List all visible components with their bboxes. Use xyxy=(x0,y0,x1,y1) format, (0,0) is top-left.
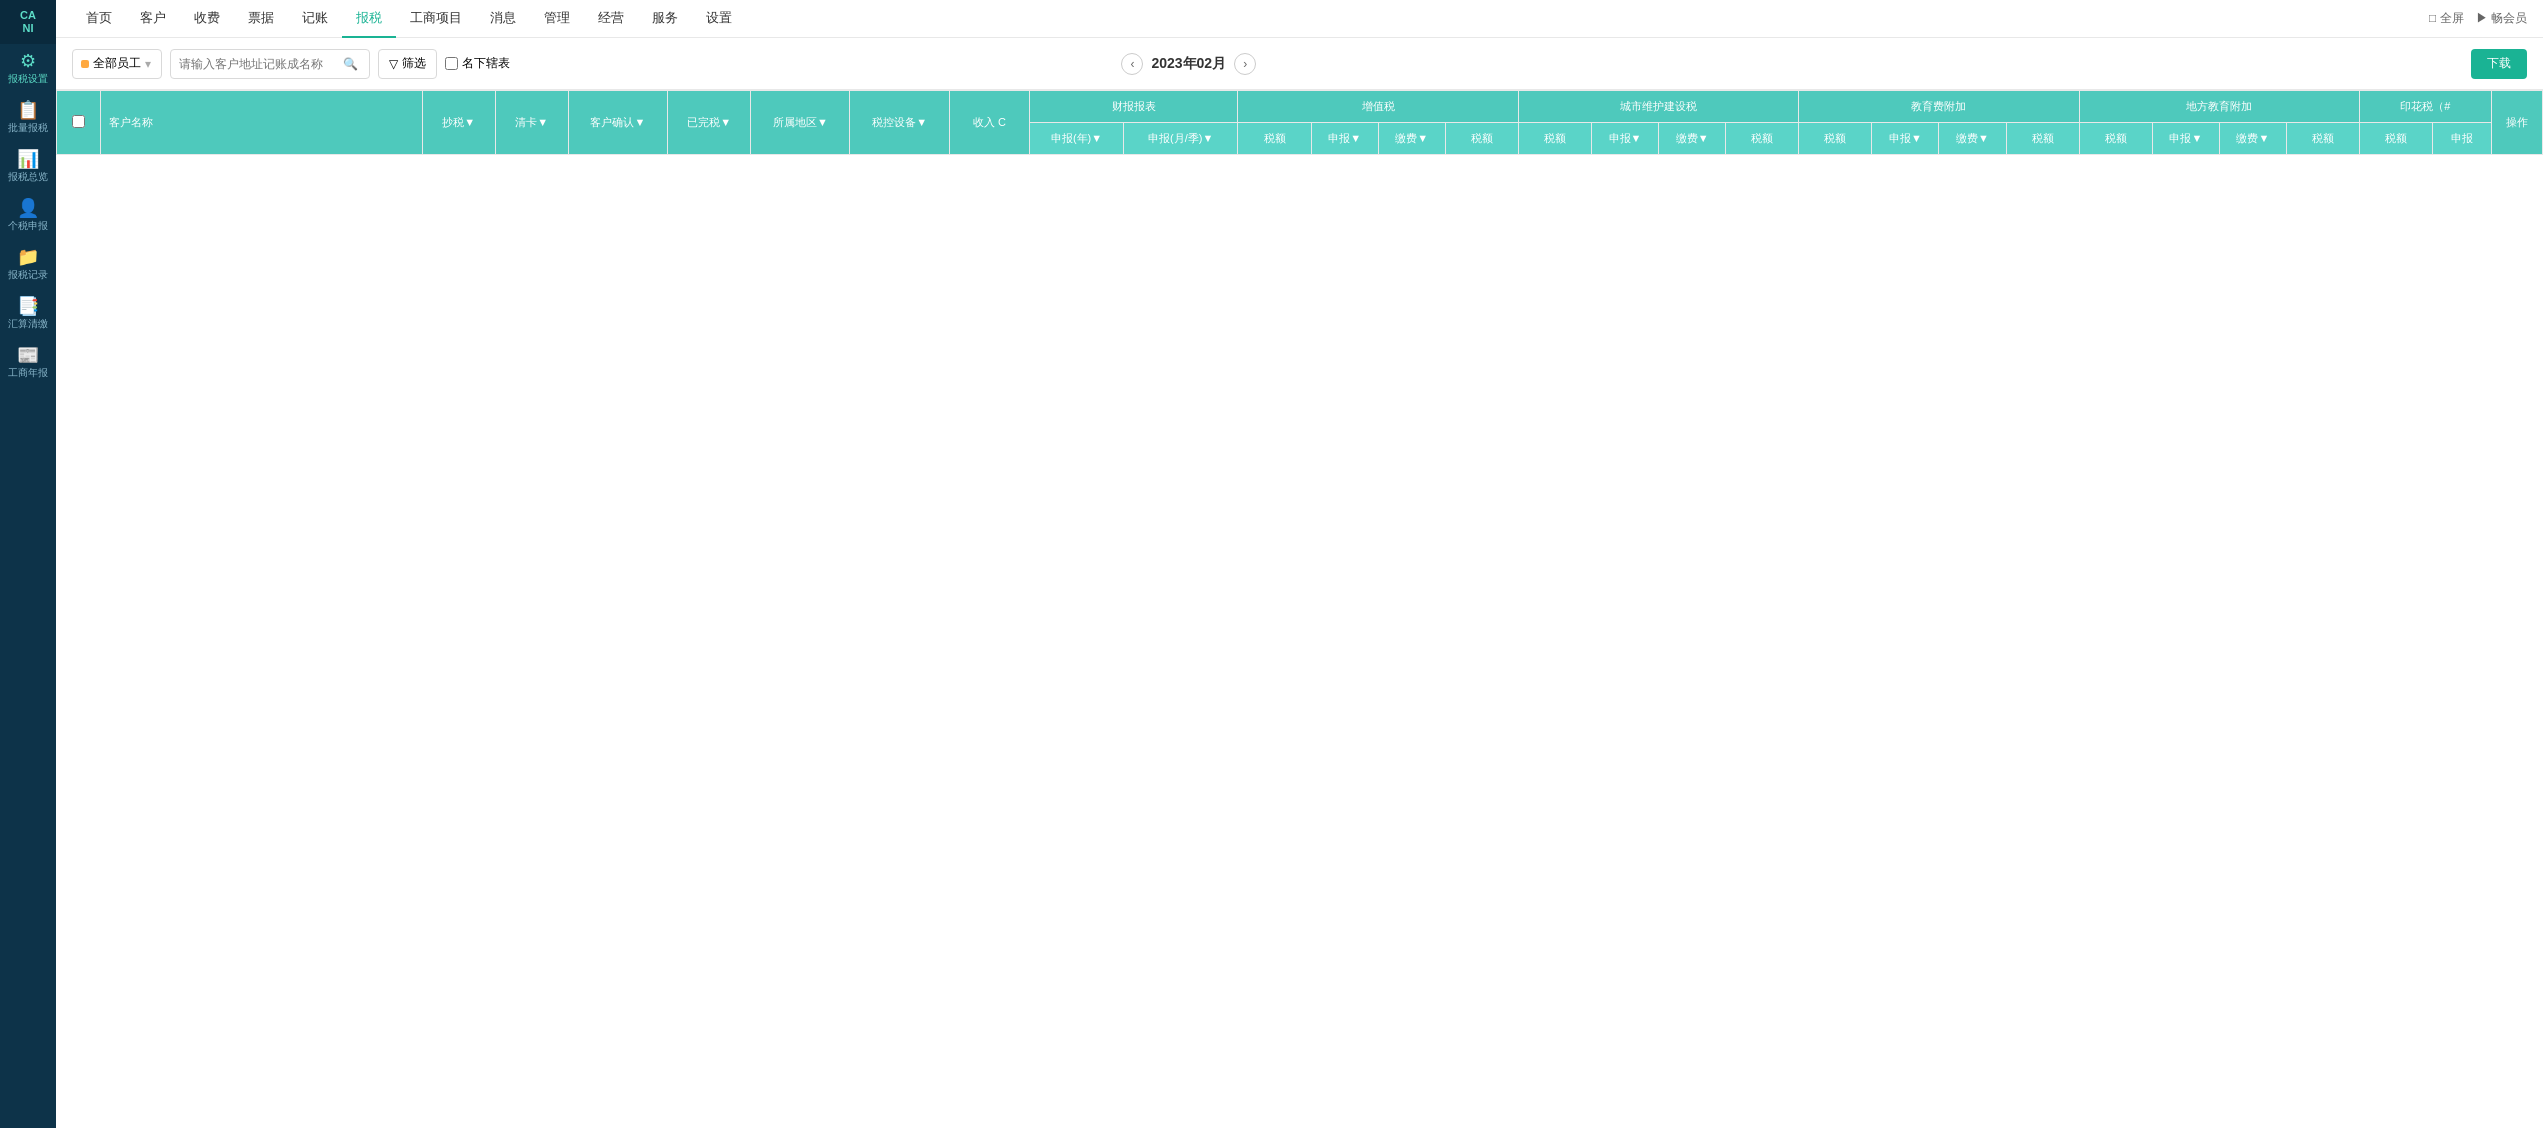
sidebar-label-tax-settings: 报税设置 xyxy=(8,73,48,85)
th-stamp: 印花税（# xyxy=(2360,91,2492,123)
tax-settings-icon: ⚙ xyxy=(20,52,36,70)
th-ledu-pay[interactable]: 缴费▼ xyxy=(2219,123,2286,155)
filter-button[interactable]: ▽ 筛选 xyxy=(378,49,437,79)
sidebar-label-tax-record: 报税记录 xyxy=(8,269,48,281)
search-box: 🔍 xyxy=(170,49,370,79)
th-vat: 增值税 xyxy=(1238,91,1518,123)
main-content: 首页 客户 收费 票据 记账 报税 工商项目 消息 管理 经营 服务 设置 □ … xyxy=(56,0,2543,1128)
th-financial: 财报报表 xyxy=(1030,91,1238,123)
nav-message[interactable]: 消息 xyxy=(476,0,530,38)
table-container: 客户名称 抄税▼ 清卡▼ 客户确认▼ 已完税▼ 所属地区▼ 税控设备▼ 收入 C… xyxy=(56,90,2543,1128)
th-urban: 城市维护建设税 xyxy=(1518,91,1798,123)
th-local-edu: 地方教育附加 xyxy=(2079,91,2359,123)
member-btn[interactable]: ▶ 畅会员 xyxy=(2476,10,2527,27)
nav-business[interactable]: 经营 xyxy=(584,0,638,38)
th-edu-amount2: 税额 xyxy=(2006,123,2079,155)
th-edu-declare[interactable]: 申报▼ xyxy=(1872,123,1939,155)
th-clear-card[interactable]: 清卡▼ xyxy=(495,91,568,155)
sidebar-item-tax-settings[interactable]: ⚙ 报税设置 xyxy=(0,44,56,93)
nav-right: □ 全屏 ▶ 畅会员 xyxy=(2429,10,2527,27)
th-urban-pay[interactable]: 缴费▼ xyxy=(1659,123,1726,155)
th-urban-declare[interactable]: 申报▼ xyxy=(1591,123,1658,155)
th-tax-copy[interactable]: 抄税▼ xyxy=(422,91,495,155)
next-date-btn[interactable]: › xyxy=(1234,53,1256,75)
named-label-checkbox[interactable]: 名下辖表 xyxy=(445,55,510,72)
th-vat-amount: 税额 xyxy=(1238,123,1311,155)
th-vat-amount2: 税额 xyxy=(1445,123,1518,155)
summary-icon: 📑 xyxy=(17,297,39,315)
sidebar-item-tax-view[interactable]: 📊 报税总览 xyxy=(0,142,56,191)
employee-dot xyxy=(81,60,89,68)
sidebar-item-batch-tax[interactable]: 📋 批量报税 xyxy=(0,93,56,142)
sidebar-label-annual-report: 工商年报 xyxy=(8,367,48,379)
personal-tax-icon: 👤 xyxy=(17,199,39,217)
th-edu-pay[interactable]: 缴费▼ xyxy=(1939,123,2006,155)
th-declared[interactable]: 已完税▼ xyxy=(668,91,751,155)
th-urban-amount: 税额 xyxy=(1518,123,1591,155)
th-income[interactable]: 收入 C xyxy=(949,91,1029,155)
th-tax-device[interactable]: 税控设备▼ xyxy=(850,91,949,155)
th-stamp-declare[interactable]: 申报 xyxy=(2433,123,2491,155)
nav-accounting[interactable]: 记账 xyxy=(288,0,342,38)
sidebar-label-summary: 汇算清缴 xyxy=(8,318,48,330)
th-ledu-declare[interactable]: 申报▼ xyxy=(2152,123,2219,155)
employee-select[interactable]: 全部员工 ▾ xyxy=(72,49,162,79)
top-nav: 首页 客户 收费 票据 记账 报税 工商项目 消息 管理 经营 服务 设置 □ … xyxy=(56,0,2543,38)
sidebar-item-summary[interactable]: 📑 汇算清缴 xyxy=(0,289,56,338)
th-ledu-amount2: 税额 xyxy=(2286,123,2359,155)
sidebar: CANI ⚙ 报税设置 📋 批量报税 📊 报税总览 👤 个税申报 📁 报税记录 … xyxy=(0,0,56,1128)
th-checkbox xyxy=(57,91,101,155)
search-input[interactable] xyxy=(179,57,339,71)
th-edu: 教育费附加 xyxy=(1799,91,2079,123)
app-logo: CANI xyxy=(0,0,56,44)
toolbar: 全部员工 ▾ 🔍 ▽ 筛选 名下辖表 ‹ 2023年02月 › 下载 xyxy=(56,38,2543,90)
th-urban-amount2: 税额 xyxy=(1726,123,1799,155)
sidebar-item-personal-tax[interactable]: 👤 个税申报 xyxy=(0,191,56,240)
batch-tax-icon: 📋 xyxy=(17,101,39,119)
annual-report-icon: 📰 xyxy=(17,346,39,364)
nav-billing[interactable]: 收费 xyxy=(180,0,234,38)
th-region[interactable]: 所属地区▼ xyxy=(751,91,850,155)
date-display: 2023年02月 xyxy=(1151,55,1226,73)
th-ledu-amount: 税额 xyxy=(2079,123,2152,155)
nav-industry[interactable]: 工商项目 xyxy=(396,0,476,38)
nav-invoice[interactable]: 票据 xyxy=(234,0,288,38)
chevron-down-icon: ▾ xyxy=(145,57,151,71)
th-ops: 操作 xyxy=(2491,91,2542,155)
sidebar-item-annual-report[interactable]: 📰 工商年报 xyxy=(0,338,56,387)
filter-label: 筛选 xyxy=(402,55,426,72)
fullscreen-btn[interactable]: □ 全屏 xyxy=(2429,10,2464,27)
nav-manage[interactable]: 管理 xyxy=(530,0,584,38)
th-vat-declare[interactable]: 申报▼ xyxy=(1311,123,1378,155)
th-vat-pay[interactable]: 缴费▼ xyxy=(1378,123,1445,155)
main-table: 客户名称 抄税▼ 清卡▼ 客户确认▼ 已完税▼ 所属地区▼ 税控设备▼ 收入 C… xyxy=(56,90,2543,155)
filter-icon: ▽ xyxy=(389,57,398,71)
th-confirm[interactable]: 客户确认▼ xyxy=(568,91,667,155)
search-icon: 🔍 xyxy=(343,57,358,71)
tax-record-icon: 📁 xyxy=(17,248,39,266)
prev-date-btn[interactable]: ‹ xyxy=(1121,53,1143,75)
th-fin-year[interactable]: 申报(年)▼ xyxy=(1030,123,1124,155)
nav-service[interactable]: 服务 xyxy=(638,0,692,38)
nav-settings[interactable]: 设置 xyxy=(692,0,746,38)
th-edu-amount: 税额 xyxy=(1799,123,1872,155)
th-customer-name: 客户名称 xyxy=(100,91,422,155)
date-nav: ‹ 2023年02月 › xyxy=(1121,53,1256,75)
download-button[interactable]: 下载 xyxy=(2471,49,2527,79)
sidebar-label-batch-tax: 批量报税 xyxy=(8,122,48,134)
employee-select-label: 全部员工 xyxy=(93,55,141,72)
tax-view-icon: 📊 xyxy=(17,150,39,168)
select-all-checkbox[interactable] xyxy=(72,115,85,128)
named-checkbox[interactable] xyxy=(445,57,458,70)
th-stamp-amount: 税额 xyxy=(2360,123,2433,155)
sidebar-item-tax-record[interactable]: 📁 报税记录 xyxy=(0,240,56,289)
sidebar-label-tax-view: 报税总览 xyxy=(8,171,48,183)
sidebar-label-personal-tax: 个税申报 xyxy=(8,220,48,232)
th-fin-month[interactable]: 申报(月/季)▼ xyxy=(1124,123,1238,155)
nav-customer[interactable]: 客户 xyxy=(126,0,180,38)
nav-home[interactable]: 首页 xyxy=(72,0,126,38)
nav-tax[interactable]: 报税 xyxy=(342,0,396,38)
